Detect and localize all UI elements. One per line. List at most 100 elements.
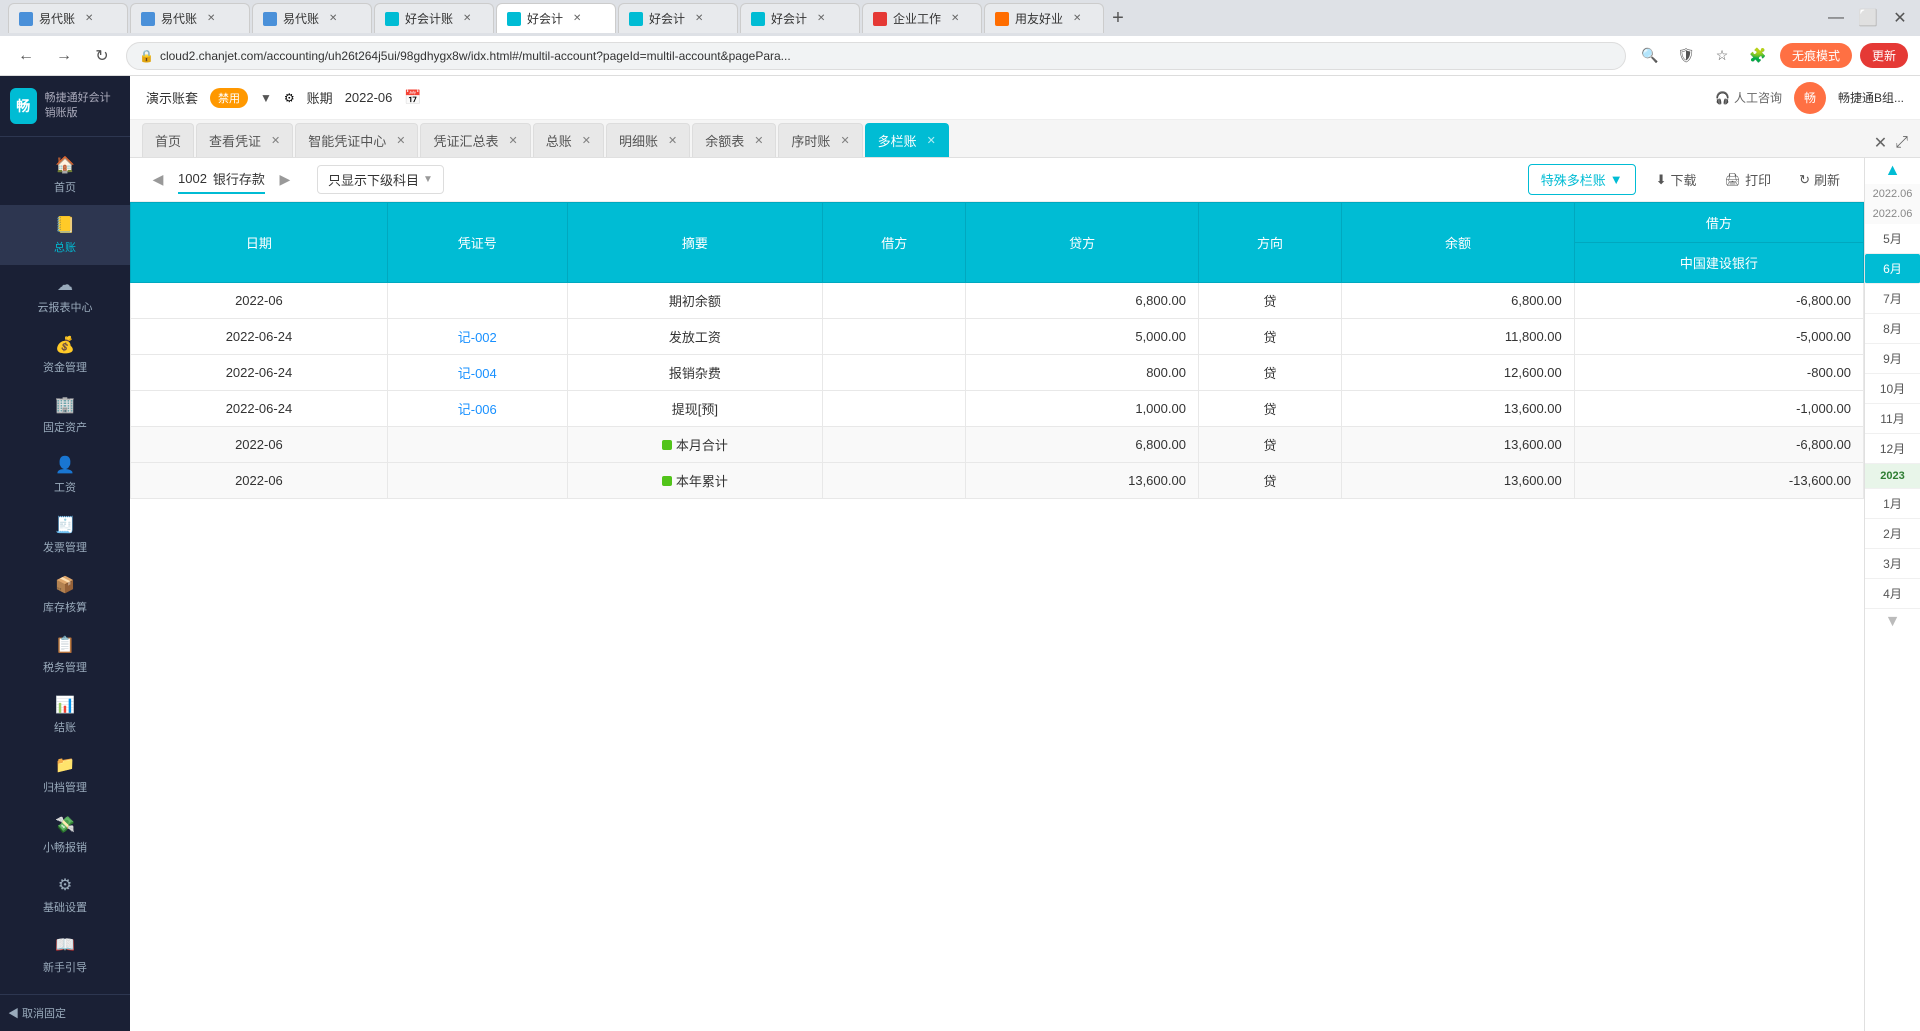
account-settings-icon[interactable]: ⚙ (284, 91, 295, 105)
date-month-12[interactable]: 12月 (1865, 434, 1920, 464)
page-tab-vouchers-close[interactable]: ✕ (271, 134, 280, 147)
tab-7[interactable]: 好会计 ✕ (740, 3, 860, 33)
search-icon[interactable]: 🔍 (1636, 42, 1664, 70)
page-tab-vouchers[interactable]: 查看凭证 ✕ (196, 123, 293, 157)
tab-close-9[interactable]: ✕ (1073, 13, 1081, 24)
sidebar-item-close[interactable]: 📊 结账 (0, 685, 130, 745)
close-button[interactable]: ✕ (1888, 6, 1912, 30)
date-month-6[interactable]: 6月 (1865, 254, 1920, 284)
tab-close-6[interactable]: ✕ (695, 13, 703, 24)
shield-icon[interactable]: 🛡 (1672, 42, 1700, 70)
user-avatar[interactable]: 畅 (1794, 82, 1826, 114)
account-status-badge[interactable]: 禁用 (210, 88, 248, 108)
sidebar-item-settings[interactable]: ⚙ 基础设置 (0, 865, 130, 925)
date-month-10[interactable]: 10月 (1865, 374, 1920, 404)
page-tab-detail[interactable]: 明细账 ✕ (606, 123, 690, 157)
maximize-button[interactable]: ⬜ (1856, 6, 1880, 30)
page-tab-smart-vouchers[interactable]: 智能凭证中心 ✕ (295, 123, 418, 157)
sidebar-item-archive[interactable]: 📁 归档管理 (0, 745, 130, 805)
sidebar-item-inventory[interactable]: 📦 库存核算 (0, 565, 130, 625)
star-icon[interactable]: ☆ (1708, 42, 1736, 70)
expand-icon[interactable]: ⤢ (1895, 134, 1908, 152)
sidebar-item-funds[interactable]: 💰 资金管理 (0, 325, 130, 385)
tab-1[interactable]: 易代账 ✕ (8, 3, 128, 33)
sidebar-item-home[interactable]: 🏠 首页 (0, 145, 130, 205)
calendar-icon[interactable]: 📅 (404, 89, 421, 106)
date-2023-month-2[interactable]: 2月 (1865, 519, 1920, 549)
cell-voucher-link[interactable]: 记-002 (387, 319, 567, 355)
new-tab-button[interactable]: + (1106, 6, 1130, 30)
filter-button[interactable]: 只显示下级科目 ▼ (317, 165, 444, 194)
period-value[interactable]: 2022-06 (345, 90, 393, 105)
tab-close-3[interactable]: ✕ (329, 13, 337, 24)
date-month-5[interactable]: 5月 (1865, 224, 1920, 254)
tab-2[interactable]: 易代账 ✕ (130, 3, 250, 33)
date-month-8[interactable]: 8月 (1865, 314, 1920, 344)
page-tab-sequence[interactable]: 序时账 ✕ (778, 123, 862, 157)
tab-3[interactable]: 易代账 ✕ (252, 3, 372, 33)
sidebar-item-reports[interactable]: ☁ 云报表中心 (0, 265, 130, 325)
cell-voucher-link[interactable]: 记-006 (387, 391, 567, 427)
page-tab-sequence-close[interactable]: ✕ (840, 134, 849, 147)
help-button[interactable]: 🎧 人工咨询 (1715, 89, 1782, 106)
back-button[interactable]: ← (12, 42, 40, 70)
cell-voucher-link[interactable]: 记-004 (387, 355, 567, 391)
tab-5[interactable]: 好会计 ✕ (496, 3, 616, 33)
reload-button[interactable]: ↻ (88, 42, 116, 70)
refresh-button[interactable]: ↻ 刷新 (1791, 166, 1848, 193)
tab-9[interactable]: 用友好业 ✕ (984, 3, 1104, 33)
page-tab-smart-close[interactable]: ✕ (396, 134, 405, 147)
prev-account-button[interactable]: ◀ (146, 168, 170, 192)
date-2023-month-3[interactable]: 3月 (1865, 549, 1920, 579)
sidebar-item-invoice[interactable]: 🧾 发票管理 (0, 505, 130, 565)
page-tab-balance-close[interactable]: ✕ (754, 134, 763, 147)
tab-close-7[interactable]: ✕ (817, 13, 825, 24)
page-tab-summary[interactable]: 凭证汇总表 ✕ (420, 123, 530, 157)
tab-close-4[interactable]: ✕ (463, 13, 471, 24)
tab-6[interactable]: 好会计 ✕ (618, 3, 738, 33)
date-month-11[interactable]: 11月 (1865, 404, 1920, 434)
page-tab-summary-close[interactable]: ✕ (509, 134, 518, 147)
url-bar[interactable]: 🔒 cloud2.chanjet.com/accounting/uh26t264… (126, 42, 1626, 70)
page-tab-multi-close[interactable]: ✕ (927, 134, 936, 147)
sidebar-collapse-button[interactable]: ◀ 取消固定 (0, 994, 130, 1031)
tab-close-8[interactable]: ✕ (951, 13, 959, 24)
page-tab-multi-column[interactable]: 多栏账 ✕ (865, 123, 949, 157)
print-button[interactable]: 🖨 打印 (1717, 166, 1780, 193)
tab-close-2[interactable]: ✕ (207, 13, 215, 24)
forward-button[interactable]: → (50, 42, 78, 70)
scroll-up-button[interactable]: ▲ (1865, 158, 1920, 184)
date-month-9[interactable]: 9月 (1865, 344, 1920, 374)
minimize-button[interactable]: — (1824, 6, 1848, 30)
extension-icon[interactable]: 🧩 (1744, 42, 1772, 70)
tab-4[interactable]: 好会计账 ✕ (374, 3, 494, 33)
sidebar-item-salary[interactable]: 👤 工资 (0, 445, 130, 505)
tab-close-5[interactable]: ✕ (573, 13, 581, 24)
collapse-icon[interactable]: ✕ (1874, 133, 1887, 153)
tab-8[interactable]: 企业工作 ✕ (862, 3, 982, 33)
page-tab-home[interactable]: 首页 (142, 123, 194, 157)
dropdown-arrow-icon[interactable]: ▼ (260, 91, 272, 105)
date-2023-month-4[interactable]: 4月 (1865, 579, 1920, 609)
next-account-button[interactable]: ▶ (273, 168, 297, 192)
sidebar-item-guide[interactable]: 📖 新手引导 (0, 925, 130, 985)
user-name[interactable]: 畅捷通B组... (1838, 89, 1904, 106)
sidebar-item-ledger[interactable]: 📒 总账 (0, 205, 130, 265)
date-month-7[interactable]: 7月 (1865, 284, 1920, 314)
page-tab-general-close[interactable]: ✕ (582, 134, 591, 147)
update-button[interactable]: 更新 (1860, 43, 1908, 68)
incognito-button[interactable]: 无痕模式 (1780, 43, 1852, 68)
scroll-down-button[interactable]: ▼ (1865, 609, 1920, 635)
special-ledger-button[interactable]: 特殊多栏账 ▼ (1528, 164, 1636, 195)
sidebar-item-member[interactable]: 👑 畅会员 (0, 985, 130, 994)
page-tab-detail-close[interactable]: ✕ (668, 134, 677, 147)
tab-close-1[interactable]: ✕ (85, 13, 93, 24)
sidebar-item-expense[interactable]: 💸 小畅报销 (0, 805, 130, 865)
page-tab-general-ledger[interactable]: 总账 ✕ (533, 123, 604, 157)
sidebar-item-assets[interactable]: 🏢 固定资产 (0, 385, 130, 445)
account-selector[interactable]: 1002 银行存款 (178, 165, 265, 194)
date-2023-month-1[interactable]: 1月 (1865, 489, 1920, 519)
download-button[interactable]: ⬇ 下载 (1648, 166, 1705, 193)
page-tab-balance[interactable]: 余额表 ✕ (692, 123, 776, 157)
sidebar-item-tax[interactable]: 📋 税务管理 (0, 625, 130, 685)
